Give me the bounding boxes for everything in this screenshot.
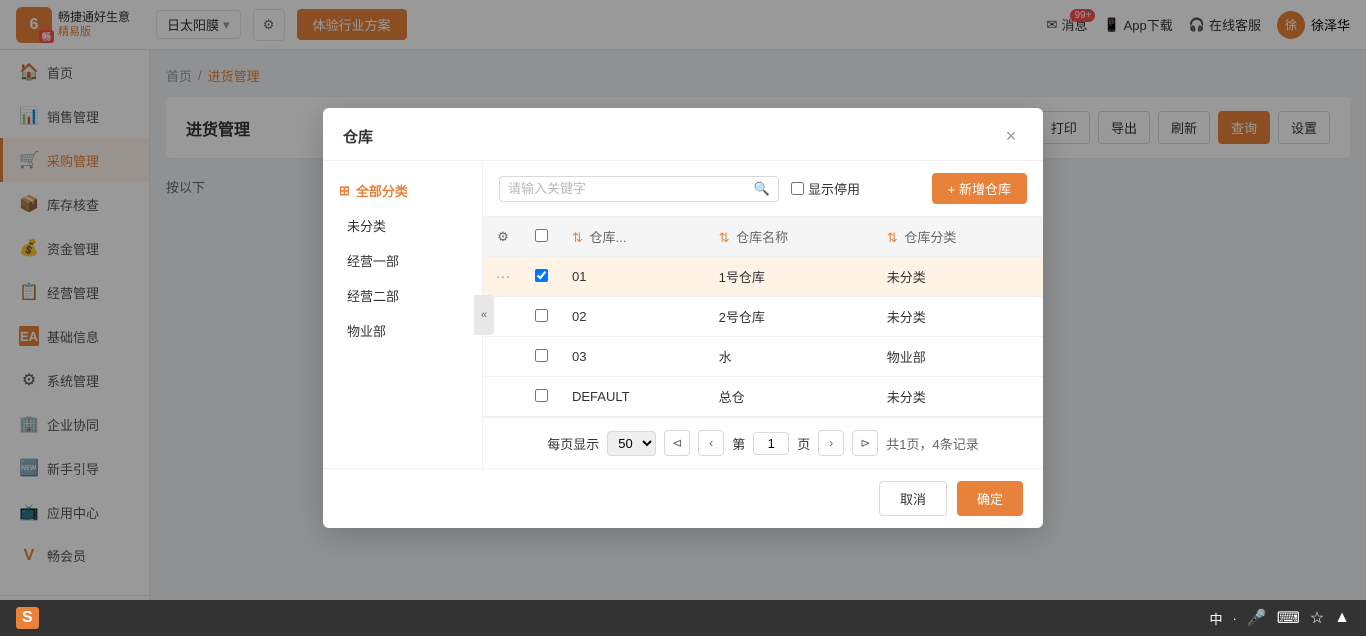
search-icon[interactable]: 🔍 — [754, 181, 770, 197]
taskbar-icon-s[interactable]: S — [16, 607, 39, 629]
prev-page-button[interactable]: ‹ — [698, 430, 724, 456]
row-gear — [483, 377, 523, 417]
row-name: 水 — [707, 337, 875, 377]
sort-icon2: ⇅ — [719, 230, 730, 245]
prev-page-icon: ‹ — [709, 436, 713, 450]
more-icon[interactable]: ··· — [496, 268, 511, 285]
row-gear: ··· — [483, 257, 523, 297]
row-num: 01 — [560, 257, 707, 297]
table-row[interactable]: 03 水 物业部 — [483, 337, 1043, 377]
dialog-body: ⊞ 全部分类 未分类 经营一部 经营二部 物业部 « 🔍 — [323, 161, 1043, 468]
category-item-unclassified[interactable]: 未分类 — [323, 208, 482, 243]
grid-icon: ⊞ — [339, 183, 350, 199]
sidebar-collapse-button[interactable]: « — [474, 295, 494, 335]
warehouse-table-wrapper: ⚙ ⇅ 仓库... ⇅ — [483, 217, 1043, 417]
row-checkbox[interactable] — [535, 349, 548, 362]
dialog-close-button[interactable]: × — [999, 124, 1023, 148]
next-page-button[interactable]: › — [818, 430, 844, 456]
dialog-footer: 取消 确定 — [323, 468, 1043, 528]
col-gear: ⚙ — [483, 217, 523, 257]
col-name-header: ⇅ 仓库名称 — [707, 217, 875, 257]
category-item-dept1[interactable]: 经营一部 — [323, 243, 482, 278]
sort-icon3: ⇅ — [887, 230, 898, 245]
first-page-icon: ⊲ — [672, 436, 682, 450]
row-checkbox-cell — [523, 257, 560, 297]
row-name: 1号仓库 — [707, 257, 875, 297]
row-checkbox[interactable] — [535, 389, 548, 402]
category-item-dept2[interactable]: 经营二部 — [323, 278, 482, 313]
row-name: 总仓 — [707, 377, 875, 417]
warehouse-table: ⚙ ⇅ 仓库... ⇅ — [483, 217, 1043, 417]
row-name: 2号仓库 — [707, 297, 875, 337]
page-suffix: 页 — [797, 434, 810, 453]
table-body: ··· 01 1号仓库 未分类 02 2号仓库 未分类 — [483, 257, 1043, 417]
row-num: 02 — [560, 297, 707, 337]
search-input[interactable] — [508, 181, 754, 196]
dialog-title: 仓库 — [343, 126, 373, 147]
sort-icon: ⇅ — [572, 230, 583, 245]
category-item-property[interactable]: 物业部 — [323, 313, 482, 348]
last-page-button[interactable]: ⊳ — [852, 430, 878, 456]
taskbar-lang[interactable]: 中 — [1209, 609, 1222, 628]
taskbar: S 中 · 🎤 ⌨ ☆ ▲ — [0, 600, 1366, 636]
gear-header-icon: ⚙ — [497, 229, 509, 244]
table-row[interactable]: 02 2号仓库 未分类 — [483, 297, 1043, 337]
search-box: 🔍 — [499, 176, 779, 202]
taskbar-keyboard-icon[interactable]: ⌨ — [1277, 608, 1300, 628]
cancel-button[interactable]: 取消 — [879, 481, 947, 516]
modal-overlay: 仓库 × ⊞ 全部分类 未分类 经营一部 经营二部 物业部 « — [0, 0, 1366, 636]
row-gear — [483, 337, 523, 377]
show-disabled-checkbox[interactable] — [791, 182, 804, 195]
row-category: 未分类 — [875, 297, 1043, 337]
category-sidebar: ⊞ 全部分类 未分类 经营一部 经营二部 物业部 « — [323, 161, 483, 468]
next-page-icon: › — [829, 436, 833, 450]
taskbar-right: 中 · 🎤 ⌨ ☆ ▲ — [1209, 608, 1350, 628]
table-row[interactable]: DEFAULT 总仓 未分类 — [483, 377, 1043, 417]
row-num: DEFAULT — [560, 377, 707, 417]
row-checkbox-cell — [523, 297, 560, 337]
select-all-checkbox[interactable] — [535, 229, 548, 242]
taskbar-star-icon[interactable]: ☆ — [1310, 608, 1324, 628]
warehouse-dialog: 仓库 × ⊞ 全部分类 未分类 经营一部 经营二部 物业部 « — [323, 108, 1043, 528]
row-checkbox[interactable] — [535, 269, 548, 282]
col-category-header: ⇅ 仓库分类 — [875, 217, 1043, 257]
show-disabled-checkbox-label[interactable]: 显示停用 — [791, 179, 860, 198]
last-page-icon: ⊳ — [860, 436, 870, 450]
taskbar-mic-icon[interactable]: 🎤 — [1247, 608, 1267, 628]
first-page-button[interactable]: ⊲ — [664, 430, 690, 456]
row-category: 物业部 — [875, 337, 1043, 377]
table-header-row: ⚙ ⇅ 仓库... ⇅ — [483, 217, 1043, 257]
pagination: 每页显示 50 ⊲ ‹ 第 页 › — [483, 417, 1043, 468]
table-row[interactable]: ··· 01 1号仓库 未分类 — [483, 257, 1043, 297]
all-category-item[interactable]: ⊞ 全部分类 — [323, 173, 482, 208]
row-category: 未分类 — [875, 257, 1043, 297]
page-summary: 共1页，4条记录 — [886, 434, 978, 453]
per-page-label: 每页显示 — [547, 434, 599, 453]
col-code-header: ⇅ 仓库... — [560, 217, 707, 257]
row-checkbox-cell — [523, 377, 560, 417]
row-num: 03 — [560, 337, 707, 377]
page-label: 第 — [732, 434, 745, 453]
add-warehouse-button[interactable]: + 新增仓库 — [932, 173, 1027, 204]
page-number-input[interactable] — [753, 432, 789, 455]
taskbar-triangle-icon[interactable]: ▲ — [1334, 609, 1350, 627]
col-checkbox — [523, 217, 560, 257]
confirm-button[interactable]: 确定 — [957, 481, 1023, 516]
row-checkbox-cell — [523, 337, 560, 377]
taskbar-dot: · — [1232, 611, 1236, 626]
row-checkbox[interactable] — [535, 309, 548, 322]
dialog-header: 仓库 × — [323, 108, 1043, 161]
row-category: 未分类 — [875, 377, 1043, 417]
dialog-main-area: 🔍 显示停用 + 新增仓库 ⚙ — [483, 161, 1043, 468]
per-page-select[interactable]: 50 — [607, 431, 656, 456]
dialog-toolbar: 🔍 显示停用 + 新增仓库 — [483, 161, 1043, 217]
